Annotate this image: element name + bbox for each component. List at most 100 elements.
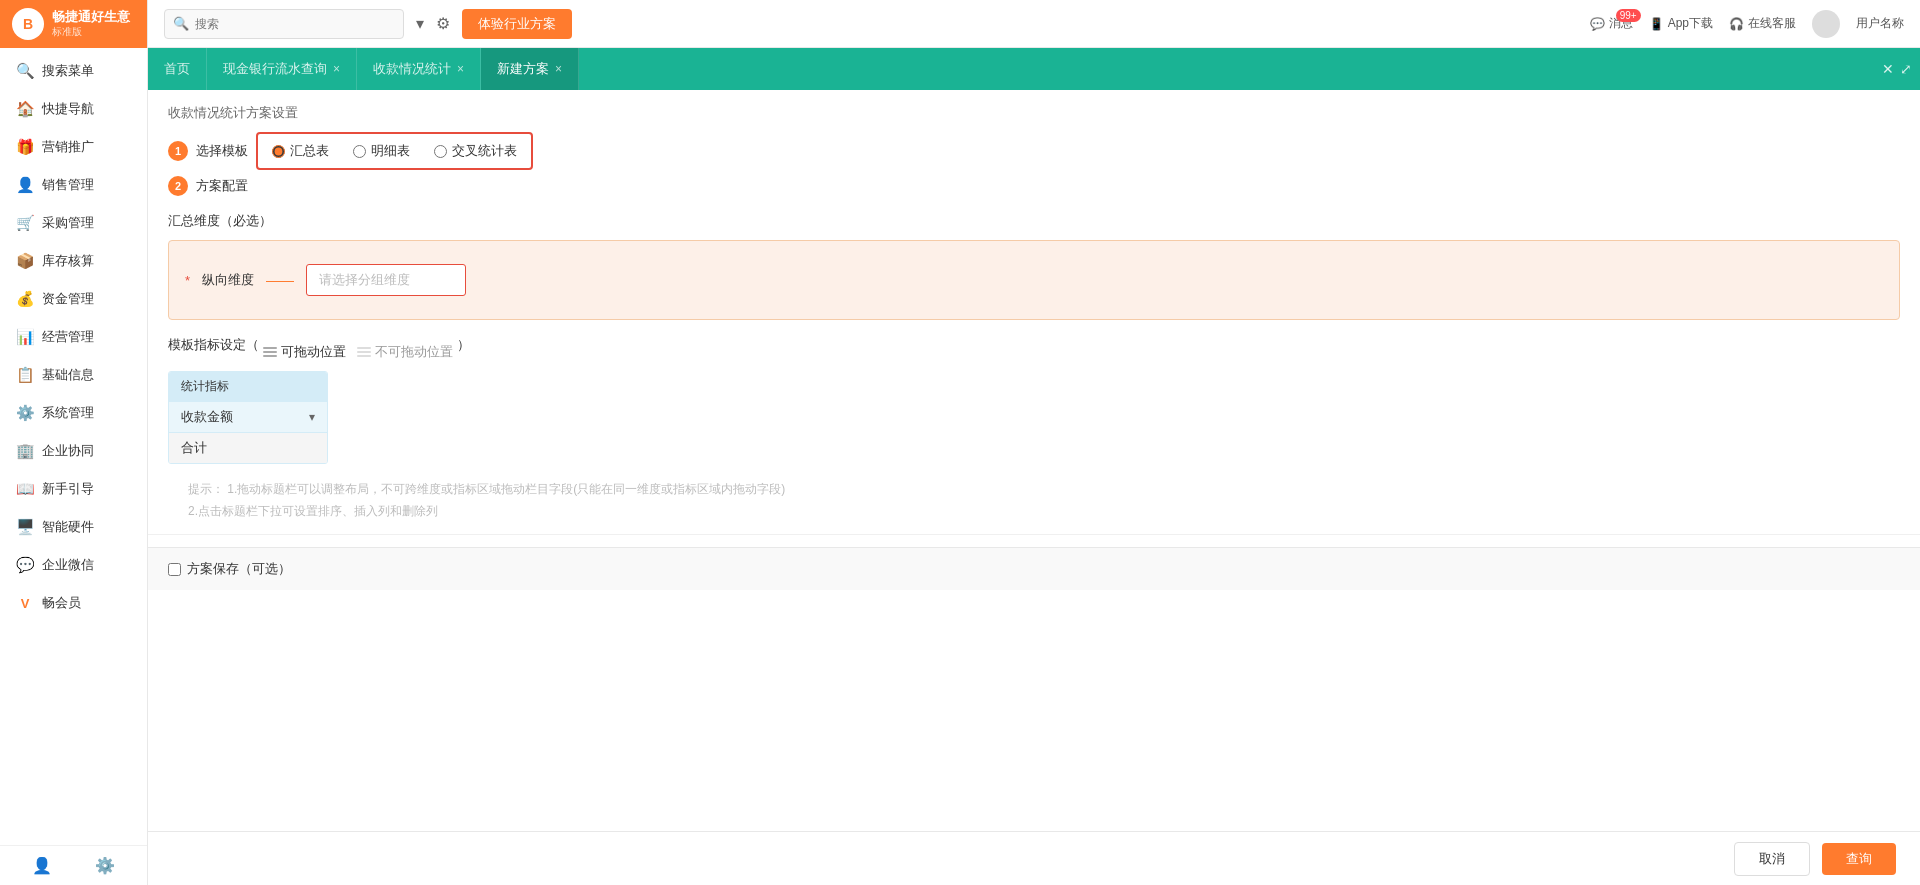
sidebar-item-inventory[interactable]: 📦 库存核算: [0, 242, 147, 280]
stats-table-header: 统计指标: [169, 372, 327, 401]
sidebar-item-search-menu[interactable]: 🔍 搜索菜单: [0, 52, 147, 90]
industry-btn[interactable]: 体验行业方案: [462, 9, 572, 39]
dimension-label: 纵向维度: [202, 271, 254, 289]
sidebar-item-label: 新手引导: [42, 480, 94, 498]
sidebar-nav: 🔍 搜索菜单 🏠 快捷导航 🎁 营销推广 👤 销售管理 🛒 采购管理 📦 库存核…: [0, 48, 147, 845]
sidebar-item-enterprise-wechat[interactable]: 💬 企业微信: [0, 546, 147, 584]
tab-bank-flow[interactable]: 现金银行流水查询 ×: [207, 48, 357, 90]
sidebar-item-marketing[interactable]: 🎁 营销推广: [0, 128, 147, 166]
sidebar-item-vip[interactable]: V 畅会员: [0, 584, 147, 622]
sidebar-item-base-info[interactable]: 📋 基础信息: [0, 356, 147, 394]
metrics-header-text: 模板指标设定（ 可拖动位置: [168, 336, 470, 361]
dimension-dropdown[interactable]: 请选择分组维度: [306, 264, 466, 296]
arrow-right-icon: ——: [266, 272, 294, 288]
online-service-btn[interactable]: 🎧 在线客服: [1729, 15, 1796, 32]
user-avatar-icon: 👤: [32, 856, 52, 875]
tab-new-plan[interactable]: 新建方案 ×: [481, 48, 579, 90]
sidebar-item-finance[interactable]: 💰 资金管理: [0, 280, 147, 318]
search-icon: 🔍: [173, 16, 189, 31]
tab-new-plan-close-icon[interactable]: ×: [555, 63, 562, 75]
search-box[interactable]: 🔍: [164, 9, 404, 39]
sidebar-item-label: 销售管理: [42, 176, 94, 194]
sidebar-item-purchase[interactable]: 🛒 采购管理: [0, 204, 147, 242]
metric-dropdown-icon-0[interactable]: ▾: [309, 410, 315, 424]
clipboard-icon: 📋: [16, 366, 34, 384]
section1-header: 1 选择模板 汇总表 明细表 交叉统计表: [168, 132, 1900, 170]
radio-cross[interactable]: 交叉统计表: [434, 142, 517, 160]
metrics-config: 模板指标设定（ 可拖动位置: [168, 336, 1900, 467]
main-area: 🔍 ▾ ⚙ 体验行业方案 💬 消息 99+ 📱 App下载 🎧 在线客服 用户名…: [148, 0, 1920, 885]
tab-receipt-stat[interactable]: 收款情况统计 ×: [357, 48, 481, 90]
logo-badge: 标准版: [52, 25, 130, 39]
save-checkbox[interactable]: [168, 563, 181, 576]
section2-number: 2: [168, 176, 188, 196]
sidebar-item-quick-nav[interactable]: 🏠 快捷导航: [0, 90, 147, 128]
message-badge: 99+: [1616, 9, 1641, 22]
logo-icon: B: [12, 8, 44, 40]
book-icon: 📖: [16, 480, 34, 498]
hint-section: 提示： 1.拖动标题栏可以调整布局，不可跨维度或指标区域拖动栏目字段(只能在同一…: [168, 467, 1900, 522]
save-option: 方案保存（可选）: [148, 547, 1920, 590]
gear-icon[interactable]: ⚙: [436, 14, 450, 33]
subsection1-title: 汇总维度（必选）: [168, 208, 1900, 230]
user-name: 用户名称: [1856, 15, 1904, 32]
search-input[interactable]: [195, 17, 395, 31]
app-download-btn[interactable]: 📱 App下载: [1649, 15, 1713, 32]
tab-bank-flow-close-icon[interactable]: ×: [333, 63, 340, 75]
save-option-label: 方案保存（可选）: [187, 560, 291, 578]
sidebar-item-label: 资金管理: [42, 290, 94, 308]
section2-title: 方案配置: [196, 177, 248, 195]
section-template: 1 选择模板 汇总表 明细表 交叉统计表: [148, 132, 1920, 170]
sidebar-item-operation[interactable]: 📊 经营管理: [0, 318, 147, 356]
sidebar-item-new-guide[interactable]: 📖 新手引导: [0, 470, 147, 508]
radio-summary[interactable]: 汇总表: [272, 142, 329, 160]
metrics-config-header: 模板指标设定（ 可拖动位置: [168, 336, 1900, 361]
radio-detail-label: 明细表: [371, 142, 410, 160]
sidebar-item-smart-hw[interactable]: 🖥️ 智能硬件: [0, 508, 147, 546]
expand-icon[interactable]: ⤢: [1900, 61, 1912, 77]
sidebar-bottom-user[interactable]: 👤: [32, 856, 52, 875]
dropdown-chevron-icon[interactable]: ▾: [416, 14, 424, 33]
service-icon: 🎧: [1729, 17, 1744, 31]
sidebar-bottom-settings[interactable]: ⚙️: [95, 856, 115, 875]
sidebar-logo: B 畅捷通好生意 标准版: [0, 0, 147, 48]
sidebar-item-label: 库存核算: [42, 252, 94, 270]
download-icon: 📱: [1649, 17, 1664, 31]
separator: [148, 534, 1920, 535]
dimension-config-area: * 纵向维度 —— 请选择分组维度: [168, 240, 1900, 320]
section-config: 2 方案配置 汇总维度（必选） * 纵向维度 —— 请选择分组维度: [148, 170, 1920, 522]
section1-title: 选择模板: [196, 142, 248, 160]
required-mark: *: [185, 273, 190, 288]
cancel-button[interactable]: 取消: [1734, 842, 1810, 876]
gift-icon: 🎁: [16, 138, 34, 156]
topbar: 🔍 ▾ ⚙ 体验行业方案 💬 消息 99+ 📱 App下载 🎧 在线客服 用户名…: [148, 0, 1920, 48]
home-icon: 🏠: [16, 100, 34, 118]
building-icon: 🏢: [16, 442, 34, 460]
sidebar-item-enterprise-coop[interactable]: 🏢 企业协同: [0, 432, 147, 470]
sidebar-item-system[interactable]: ⚙️ 系统管理: [0, 394, 147, 432]
sidebar-item-label: 智能硬件: [42, 518, 94, 536]
drag-indicator-icon: [263, 347, 277, 357]
message-btn[interactable]: 💬 消息 99+: [1590, 15, 1633, 32]
money-icon: 💰: [16, 290, 34, 308]
user-avatar[interactable]: [1812, 10, 1840, 38]
radio-cross-label: 交叉统计表: [452, 142, 517, 160]
content-inner: 收款情况统计方案设置 1 选择模板 汇总表 明细表: [148, 90, 1920, 831]
query-button[interactable]: 查询: [1822, 843, 1896, 875]
tab-new-plan-label: 新建方案: [497, 60, 549, 78]
tab-receipt-stat-close-icon[interactable]: ×: [457, 63, 464, 75]
tabbar-actions: ✕ ⤢: [1874, 48, 1920, 90]
box-icon: 📦: [16, 252, 34, 270]
close-all-icon[interactable]: ✕: [1882, 61, 1894, 77]
dimension-row: * 纵向维度 —— 请选择分组维度: [185, 264, 466, 296]
chat-icon: 💬: [16, 556, 34, 574]
page-title: 收款情况统计方案设置: [148, 90, 1920, 132]
draggable-badge: 可拖动位置: [263, 343, 346, 361]
section2-header: 2 方案配置: [168, 176, 1900, 196]
tab-home[interactable]: 首页: [148, 48, 207, 90]
sidebar-item-sales[interactable]: 👤 销售管理: [0, 166, 147, 204]
radio-summary-input[interactable]: [272, 145, 285, 158]
radio-cross-input[interactable]: [434, 145, 447, 158]
radio-detail[interactable]: 明细表: [353, 142, 410, 160]
radio-detail-input[interactable]: [353, 145, 366, 158]
